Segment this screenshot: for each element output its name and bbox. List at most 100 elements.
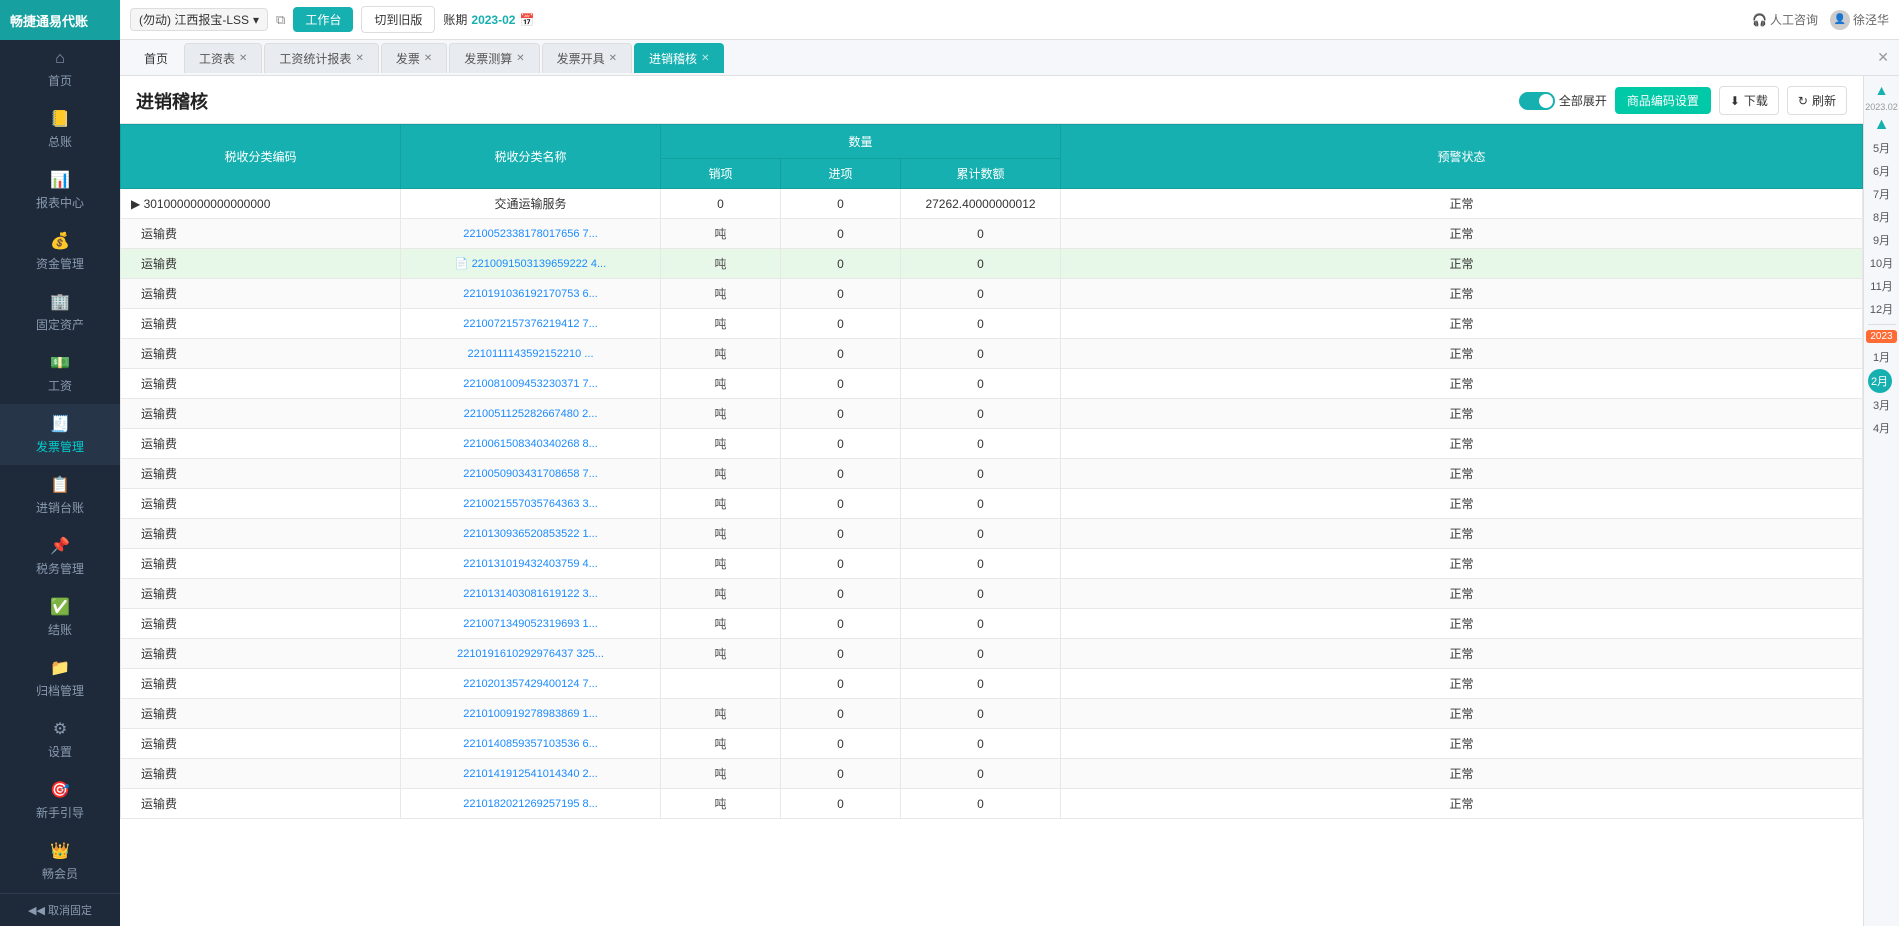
download-icon: ⬇ [1730, 94, 1740, 108]
tab-home[interactable]: 首页 [130, 44, 182, 73]
timeline-month-3月[interactable]: 3月 [1868, 394, 1896, 416]
sidebar-pin-btn[interactable]: ◀◀ 取消固定 [0, 893, 120, 926]
sidebar-item-tax-mgmt[interactable]: 📌税务管理 [0, 526, 120, 587]
timeline-month-7月[interactable]: 7月 [1868, 183, 1896, 205]
cell-code: 运输费 [121, 729, 401, 759]
cell-status: 正常 [1061, 459, 1863, 489]
pin-icon: ◀◀ [28, 904, 45, 917]
cell-tag: 吨 [661, 309, 781, 339]
cell-tag: 吨 [661, 729, 781, 759]
sidebar-item-assets[interactable]: 🏢固定资产 [0, 282, 120, 343]
company-selector[interactable]: (勿动) 江西报宝-LSS ▾ [130, 8, 268, 31]
cell-status: 正常 [1061, 219, 1863, 249]
user-display: 👤 徐泾华 [1830, 10, 1889, 30]
tab-invoice-calc[interactable]: 发票测算 ✕ [449, 43, 539, 73]
timeline-month-11月[interactable]: 11月 [1868, 275, 1896, 297]
cell-status: 正常 [1061, 759, 1863, 789]
cell-purchase: 0 [901, 459, 1061, 489]
timeline-month-8月[interactable]: 8月 [1868, 206, 1896, 228]
table-row: 运输费 2210131019432403759 4... 吨 0 0 正常 [121, 549, 1863, 579]
cell-sales: 0 [781, 609, 901, 639]
sidebar-item-guide[interactable]: 🎯新手引导 [0, 770, 120, 831]
cell-tag: 吨 [661, 279, 781, 309]
cell-sales: 0 [781, 639, 901, 669]
table-row: 运输费 2210051125282667480 2... 吨 0 0 正常 [121, 399, 1863, 429]
cell-invoice: 2210131019432403759 4... [401, 549, 661, 579]
close-window-btn[interactable]: ✕ [1877, 49, 1889, 66]
sidebar-item-sales-desk[interactable]: 📋进销台账 [0, 465, 120, 526]
top-bar-right: 🎧 人工咨询 👤 徐泾华 [1752, 10, 1889, 30]
sidebar-label-invoice-mgmt: 发票管理 [36, 438, 84, 455]
tab-invoice-open[interactable]: 发票开具 ✕ [542, 43, 632, 73]
cell-invoice: 2210072157376219412 7... [401, 309, 661, 339]
cell-status: 正常 [1061, 669, 1863, 699]
cell-tag: 吨 [661, 429, 781, 459]
tab-sales-check[interactable]: 进销稽核✕ [634, 43, 724, 73]
table-row: 运输费 2210072157376219412 7... 吨 0 0 正常 [121, 309, 1863, 339]
cell-purchase: 0 [901, 549, 1061, 579]
timeline-month-6月[interactable]: 6月 [1868, 160, 1896, 182]
sidebar-icon-invoice-mgmt: 🧾 [50, 414, 70, 434]
cell-status: 正常 [1061, 489, 1863, 519]
sidebar-label-member: 畅会员 [42, 865, 78, 882]
refresh-btn[interactable]: ↻ 刷新 [1787, 86, 1847, 115]
timeline-up-btn[interactable]: ▲ [1875, 80, 1889, 100]
tab-invoice[interactable]: 发票✕ [381, 43, 447, 73]
sidebar-icon-tax-mgmt: 📌 [50, 536, 70, 556]
cell-invoice: 2210141912541014340 2... [401, 759, 661, 789]
sidebar-item-ledger[interactable]: 📒总账 [0, 99, 120, 160]
cell-status: 正常 [1061, 339, 1863, 369]
sidebar-item-salary[interactable]: 💵工资 [0, 343, 120, 404]
tab-close-salary[interactable]: ✕ [239, 53, 247, 64]
th-tax-code: 税收分类编码 [121, 125, 401, 189]
table-row: 运输费 2210050903431708658 7... 吨 0 0 正常 [121, 459, 1863, 489]
timeline-month-1月[interactable]: 1月 [1868, 346, 1896, 368]
cell-code: 运输费 [121, 339, 401, 369]
sidebar-icon-salary: 💵 [50, 353, 70, 373]
sidebar-item-reports[interactable]: 📊报表中心 [0, 160, 120, 221]
tab-close-invoice[interactable]: ✕ [424, 53, 432, 64]
page-content: 进销稽核 全部展开 商品编码设置 ⬇ 下载 ↻ 刷新 [120, 76, 1863, 926]
tab-close-salary-stats[interactable]: ✕ [355, 53, 363, 64]
tab-label-invoice-calc: 发票测算 [464, 50, 512, 67]
tab-close-invoice-calc[interactable]: ✕ [516, 53, 524, 64]
sidebar-item-settlement[interactable]: ✅结账 [0, 587, 120, 648]
timeline-month-2月[interactable]: 2月 [1868, 369, 1892, 393]
support-btn[interactable]: 🎧 人工咨询 [1752, 11, 1818, 28]
timeline-month-9月[interactable]: 9月 [1868, 229, 1896, 251]
timeline-month-5月[interactable]: 5月 [1868, 137, 1896, 159]
copy-icon[interactable]: ⧉ [276, 12, 285, 28]
timeline-up2-btn[interactable]: ▲ [1874, 114, 1890, 136]
sidebar-item-settings[interactable]: ⚙设置 [0, 709, 120, 770]
timeline-month-10月[interactable]: 10月 [1868, 252, 1896, 274]
tab-salary[interactable]: 工资表✕ [184, 43, 262, 73]
page-header-actions: 全部展开 商品编码设置 ⬇ 下载 ↻ 刷新 [1519, 86, 1847, 115]
calendar-icon[interactable]: 📅 [519, 13, 534, 27]
timeline-month-4月[interactable]: 4月 [1868, 417, 1896, 439]
cell-invoice: 2210130936520853522 1... [401, 519, 661, 549]
tab-salary-stats[interactable]: 工资统计报表✕ [264, 43, 378, 73]
sidebar-item-archive[interactable]: 📁归档管理 [0, 648, 120, 709]
sidebar-label-reports: 报表中心 [36, 194, 84, 211]
switch-old-btn[interactable]: 切到旧版 [361, 6, 435, 33]
download-btn[interactable]: ⬇ 下载 [1719, 86, 1779, 115]
cell-tag: 吨 [661, 489, 781, 519]
cell-status: 正常 [1061, 519, 1863, 549]
expand-toggle[interactable]: 全部展开 [1519, 92, 1607, 110]
workbench-btn[interactable]: 工作台 [293, 7, 353, 32]
tab-close-sales-check[interactable]: ✕ [701, 53, 709, 64]
sidebar-item-invoice-mgmt[interactable]: 🧾 发票管理 [0, 404, 120, 465]
tab-close-invoice-open[interactable]: ✕ [609, 53, 617, 64]
toggle-switch[interactable] [1519, 92, 1555, 110]
cell-purchase: 0 [901, 219, 1061, 249]
sidebar-item-capital[interactable]: 💰资金管理 [0, 221, 120, 282]
sidebar-item-home[interactable]: ⌂首页 [0, 40, 120, 99]
settings-btn[interactable]: 商品编码设置 [1615, 87, 1711, 114]
tab-label-invoice-open: 发票开具 [557, 50, 605, 67]
timeline-month-12月[interactable]: 12月 [1868, 298, 1896, 320]
cell-status: 正常 [1061, 369, 1863, 399]
cell-code: 运输费 [121, 279, 401, 309]
sidebar-item-member[interactable]: 👑畅会员 [0, 831, 120, 892]
cell-cumulative: 27262.40000000012 [901, 189, 1061, 219]
sidebar-label-settings: 设置 [48, 743, 72, 760]
